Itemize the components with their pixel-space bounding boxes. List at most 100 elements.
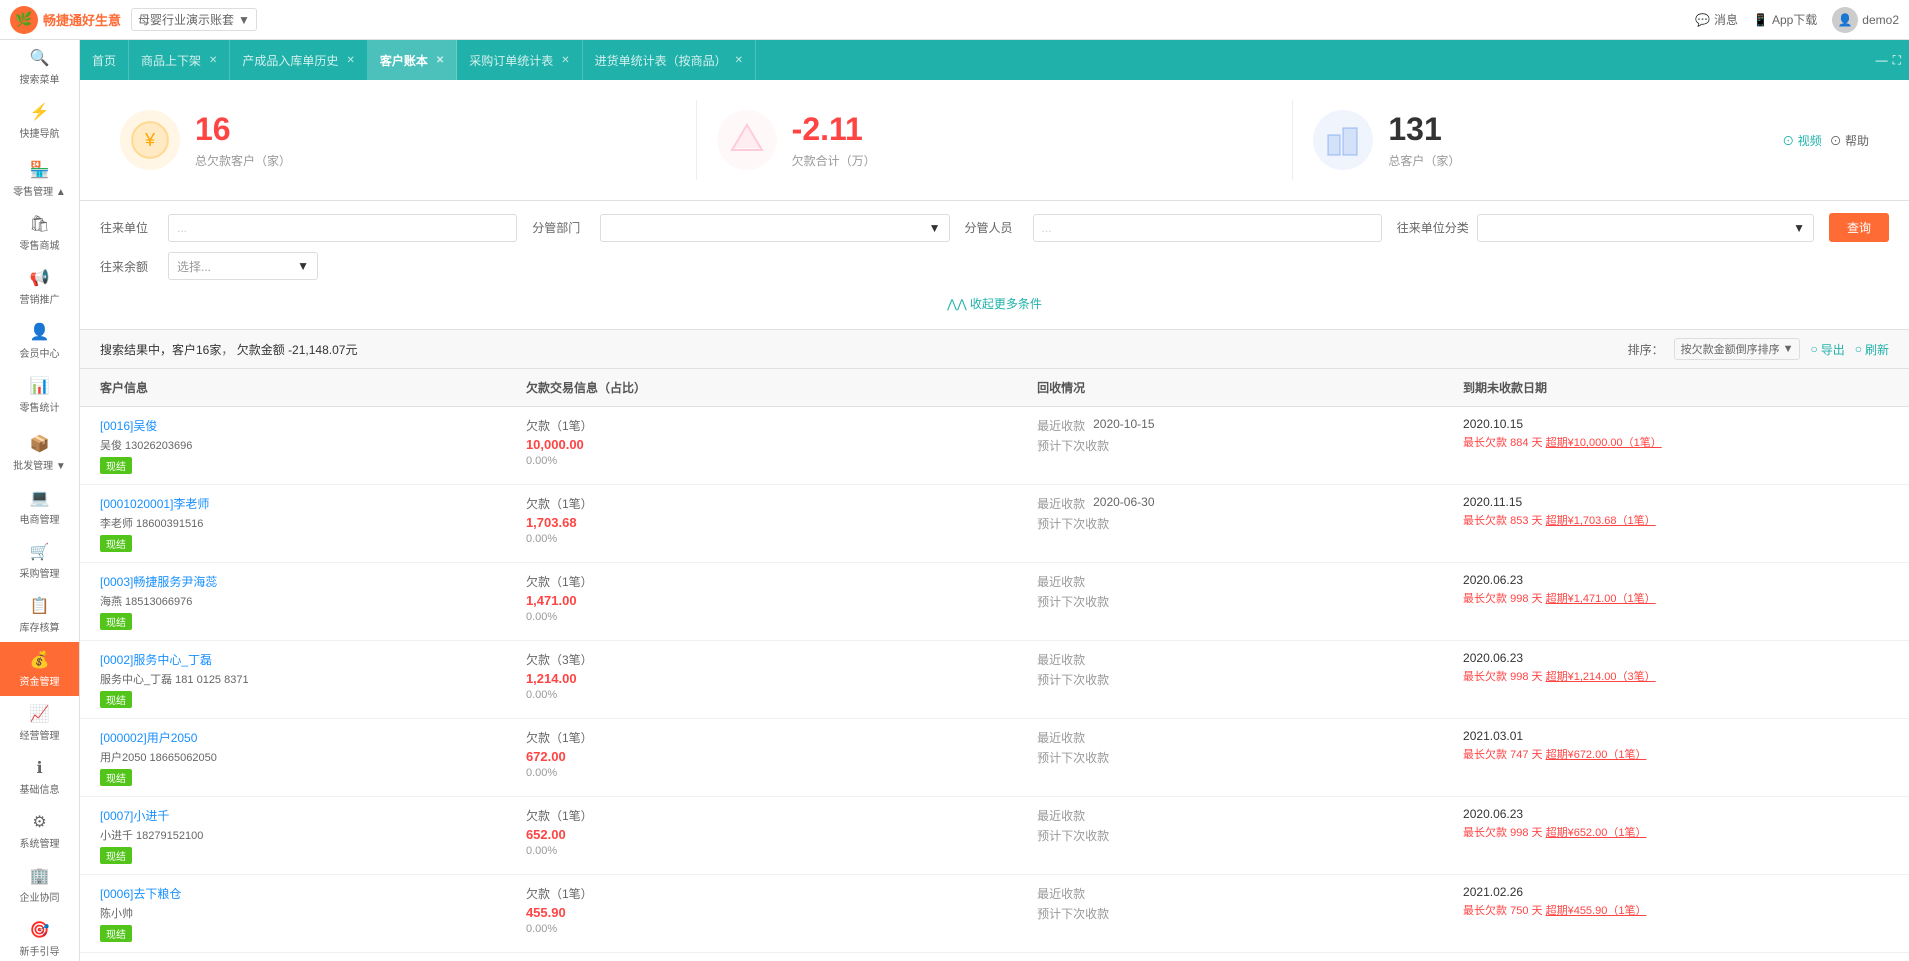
sidebar-item-finance[interactable]: 💰 资金管理 [0, 642, 79, 696]
sidebar-item-system[interactable]: ⚙ 系统管理 [0, 804, 79, 858]
customer-name-5[interactable]: [0007]小进千 [100, 807, 526, 824]
stat-icon-total-customers [1313, 110, 1373, 170]
batch-mgmt-icon: 📦 [30, 434, 50, 454]
debt-amount-6: 455.90 [526, 905, 1037, 920]
message-label: 消息 [1714, 11, 1738, 28]
customer-name-6[interactable]: [0006]去下粮仓 [100, 885, 526, 902]
customer-name-3[interactable]: [0002]服务中心_丁磊 [100, 651, 526, 668]
col-header-payback: 回收情况 [1037, 379, 1463, 396]
status-badge-4: 现结 [100, 769, 132, 786]
minimize-icon[interactable]: — [1876, 53, 1888, 67]
tab-purchase-order[interactable]: 采购订单统计表 ✕ [457, 40, 582, 80]
overdue-days-4: 最长欠款 747 天 [1463, 749, 1542, 761]
tab-produce-history-label: 产成品入库单历史 [242, 52, 338, 69]
tab-purchase-stats-label: 进货单统计表（按商品） [595, 52, 727, 69]
table-row: [0007]小进千 小进千 18279152100 现结 欠款（1笔） 652.… [80, 797, 1909, 875]
sidebar-retail-mall-label: 零售商城 [20, 237, 60, 252]
sidebar-item-member[interactable]: 👤 会员中心 [0, 314, 79, 368]
stat-value-debt-customers: 16 [195, 111, 291, 148]
maximize-icon[interactable]: ⛶ [1893, 53, 1901, 68]
overdue-link-3[interactable]: 超期¥1,214.00（3笔） [1546, 671, 1656, 683]
table-row: [0006]去下粮仓 陈小帅 现结 欠款（1笔） 455.90 0.00% 最近… [80, 875, 1909, 953]
sort-select[interactable]: 按欠款金额倒序排序 ▼ [1674, 338, 1801, 360]
sidebar-item-newbie[interactable]: 🎯 新手引导 [0, 912, 79, 961]
customer-name-4[interactable]: [000002]用户2050 [100, 729, 526, 746]
sidebar-item-retail-mall[interactable]: 🛍 零售商城 [0, 206, 79, 260]
stat-label-debt-customers: 总欠款客户（家） [195, 152, 291, 169]
debt-info-2: 欠款（1笔） 1,471.00 0.00% [526, 573, 1037, 623]
customer-name-2[interactable]: [0003]畅捷服务尹海蕊 [100, 573, 526, 590]
overdue-link-0[interactable]: 超期¥10,000.00（1笔） [1546, 437, 1662, 449]
help-action[interactable]: ⊙ 帮助 [1830, 132, 1869, 149]
sidebar-item-purchase[interactable]: 🛒 采购管理 [0, 534, 79, 588]
tab-customer-account[interactable]: 客户账本 ✕ [368, 40, 457, 80]
manager-input[interactable]: ... [1033, 214, 1382, 242]
col-header-debt: 欠款交易信息（占比） [526, 379, 1037, 396]
sidebar-item-inventory[interactable]: 📋 库存核算 [0, 588, 79, 642]
tab-purchase-stats-close[interactable]: ✕ [735, 55, 743, 66]
sidebar-item-search[interactable]: 🔍 搜索菜单 [0, 40, 79, 94]
last-payment-label-6: 最近收款 [1037, 885, 1085, 902]
due-date-5: 2020.06.23 [1463, 807, 1889, 821]
status-badge-5: 现结 [100, 847, 132, 864]
unit-type-label: 往来单位分类 [1397, 219, 1469, 236]
stat-card-actions: ⊙ 视频 ⊙ 帮助 [1782, 132, 1869, 149]
tab-home[interactable]: 首页 [80, 40, 129, 80]
sidebar-purchase-label: 采购管理 [20, 565, 60, 580]
app-download-action[interactable]: 📱 App下载 [1753, 11, 1817, 28]
sidebar-item-operations[interactable]: 📈 经营管理 [0, 696, 79, 750]
overdue-link-1[interactable]: 超期¥1,703.68（1笔） [1546, 515, 1656, 527]
stats-row: ¥ 16 总欠款客户（家） -2.11 欠款合计（万） [80, 80, 1909, 201]
tab-purchase-order-close[interactable]: ✕ [561, 55, 569, 66]
sort-value: 按欠款金额倒序排序 [1681, 341, 1780, 357]
user-action[interactable]: 👤 demo2 [1832, 7, 1899, 33]
status-badge-3: 现结 [100, 691, 132, 708]
tab-products-close[interactable]: ✕ [209, 55, 217, 66]
tab-customer-account-close[interactable]: ✕ [436, 55, 444, 66]
sidebar-item-enterprise[interactable]: 🏢 企业协同 [0, 858, 79, 912]
sidebar-item-retail-stats[interactable]: 📊 零售统计 [0, 368, 79, 422]
payback-info-4: 最近收款 预计下次收款 [1037, 729, 1463, 769]
industry-selector[interactable]: 母婴行业演示账套 ▼ [131, 8, 257, 31]
debt-percent-6: 0.00% [526, 923, 1037, 935]
sidebar-item-quick-nav[interactable]: ⚡ 快捷导航 [0, 94, 79, 148]
video-action[interactable]: ⊙ 视频 [1782, 132, 1821, 149]
filter-dept: 分管部门 ▼ [532, 214, 949, 242]
tab-products[interactable]: 商品上下架 ✕ [129, 40, 230, 80]
date-info-6: 2021.02.26 最长欠款 750 天 超期¥455.90（1笔） [1463, 885, 1889, 918]
customer-name-1[interactable]: [0001020001]李老师 [100, 495, 526, 512]
collapse-button[interactable]: ⋀⋀ 收起更多条件 [100, 290, 1889, 317]
message-action[interactable]: 💬 消息 [1695, 11, 1738, 28]
tab-produce-history[interactable]: 产成品入库单历史 ✕ [230, 40, 367, 80]
stat-value-total-customers: 131 [1388, 111, 1460, 148]
sidebar-item-ecommerce[interactable]: 💻 电商管理 [0, 480, 79, 534]
sidebar-item-basic-info[interactable]: ℹ 基础信息 [0, 750, 79, 804]
debt-amount-4: 672.00 [526, 749, 1037, 764]
tab-produce-history-close[interactable]: ✕ [346, 55, 354, 66]
payback-row-0-next: 预计下次收款 [1037, 437, 1463, 454]
overdue-link-5[interactable]: 超期¥652.00（1笔） [1546, 827, 1647, 839]
customer-name-0[interactable]: [0016]吴俊 [100, 417, 526, 434]
balance-select[interactable]: 选择... ▼ [168, 252, 318, 280]
overdue-link-6[interactable]: 超期¥455.90（1笔） [1546, 905, 1647, 917]
overdue-info-0: 最长欠款 884 天 超期¥10,000.00（1笔） [1463, 434, 1889, 450]
dept-select[interactable]: ▼ [600, 214, 949, 242]
sidebar-item-retail-mgmt[interactable]: 🏪 零售管理 ▲ [0, 152, 79, 206]
search-button[interactable]: 查询 [1829, 213, 1889, 242]
sidebar-item-marketing[interactable]: 📢 营销推广 [0, 260, 79, 314]
tab-purchase-stats[interactable]: 进货单统计表（按商品） ✕ [583, 40, 756, 80]
sidebar-retail-stats-label: 零售统计 [20, 399, 60, 414]
source-unit-input[interactable]: ... [168, 214, 517, 242]
sidebar-quick-nav-label: 快捷导航 [20, 125, 60, 140]
customer-phone-2: 海燕 18513066976 [100, 593, 526, 609]
refresh-button[interactable]: ○ 刷新 [1855, 341, 1889, 358]
overdue-link-2[interactable]: 超期¥1,471.00（1笔） [1546, 593, 1656, 605]
customer-phone-1: 李老师 18600391516 [100, 515, 526, 531]
sidebar-finance-label: 资金管理 [20, 673, 60, 688]
unit-type-select[interactable]: ▼ [1477, 214, 1814, 242]
unit-type-arrow: ▼ [1793, 221, 1805, 235]
overdue-link-4[interactable]: 超期¥672.00（1笔） [1546, 749, 1647, 761]
sidebar-item-batch-mgmt[interactable]: 📦 批发管理 ▼ [0, 426, 79, 480]
export-button[interactable]: ○ 导出 [1810, 341, 1844, 358]
export-label: 导出 [1821, 341, 1845, 358]
